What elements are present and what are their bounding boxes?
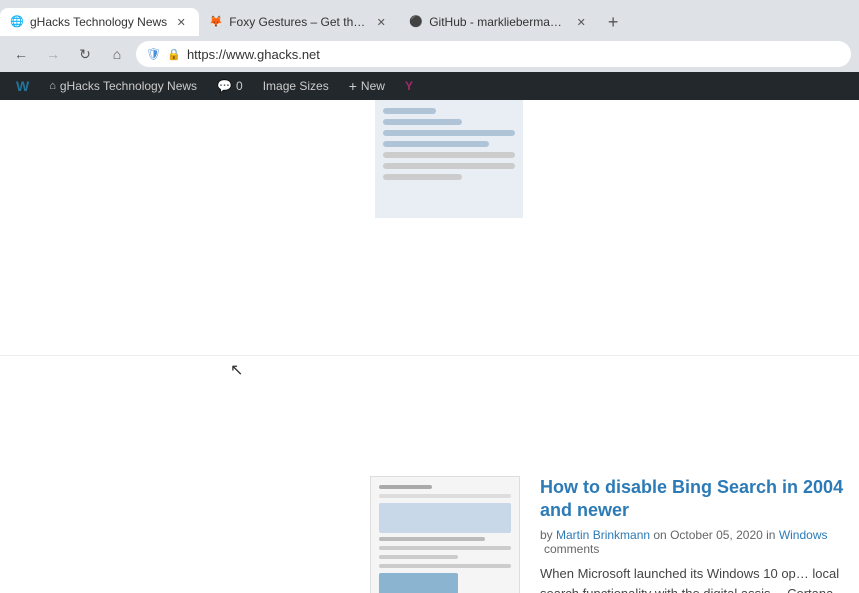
address-text: https://www.ghacks.net <box>187 47 320 62</box>
shield-icon: 🛡 <box>146 47 161 61</box>
wp-logo-item[interactable]: W <box>8 72 37 100</box>
image-sizes-label: Image Sizes <box>263 79 329 93</box>
page-content: removes tracking elements fre… by Ashwin… <box>0 100 859 593</box>
site-name-label: gHacks Technology News <box>60 79 197 93</box>
home-circle-icon: ⌂ <box>49 80 56 92</box>
tab2-close[interactable]: ✕ <box>373 14 389 30</box>
back-button[interactable]: ← <box>8 41 34 67</box>
site-name-item[interactable]: ⌂ gHacks Technology News <box>41 72 205 100</box>
plus-icon: + <box>349 78 357 94</box>
article2-author[interactable]: Martin Brinkmann <box>556 528 650 542</box>
tab3-favicon: ⚫ <box>409 15 423 29</box>
browser-frame: 🌐 gHacks Technology News ✕ 🦊 Foxy Gestur… <box>0 0 859 100</box>
nav-bar: ← → ↻ ⌂ 🛡 🔒 https://www.ghacks.net <box>0 36 859 72</box>
forward-button[interactable]: → <box>40 41 66 67</box>
article2-excerpt: When Microsoft launched its Windows 10 o… <box>540 564 849 593</box>
article2-thumbnail <box>370 476 520 593</box>
comments-count: 0 <box>236 79 243 93</box>
tab-bar: 🌐 gHacks Technology News ✕ 🦊 Foxy Gestur… <box>0 0 859 36</box>
tab2-favicon: 🦊 <box>209 15 223 29</box>
tab3-title: GitHub - marklieberman/foxyg… <box>429 15 567 29</box>
home-button[interactable]: ⌂ <box>104 41 130 67</box>
tab-ghacks[interactable]: 🌐 gHacks Technology News ✕ <box>0 8 199 36</box>
address-bar[interactable]: 🛡 🔒 https://www.ghacks.net <box>136 41 851 67</box>
article2-meta: by Martin Brinkmann on October 05, 2020 … <box>540 528 849 556</box>
article2-comments[interactable]: comments <box>544 542 599 556</box>
article2-content: How to disable Bing Search in 2004 and n… <box>540 476 849 593</box>
article2-categories[interactable]: Windows <box>779 528 828 542</box>
lock-icon: 🔒 <box>167 48 181 61</box>
comment-bubble-icon: 💬 <box>217 79 232 93</box>
article2-date: October 05, 2020 <box>670 528 763 542</box>
yoast-item[interactable]: Y <box>397 72 421 100</box>
wp-toolbar: W ⌂ gHacks Technology News 💬 0 Image Siz… <box>0 72 859 100</box>
reload-button[interactable]: ↻ <box>72 41 98 67</box>
tab1-close[interactable]: ✕ <box>173 14 189 30</box>
article-item-2: How to disable Bing Search in 2004 and n… <box>370 456 859 593</box>
tab-foxy[interactable]: 🦊 Foxy Gestures – Get this Exten… ✕ <box>199 8 399 36</box>
new-tab-button[interactable]: + <box>599 8 627 36</box>
tab-github[interactable]: ⚫ GitHub - marklieberman/foxyg… ✕ <box>399 8 599 36</box>
tab1-favicon: 🌐 <box>10 15 24 29</box>
tab2-title: Foxy Gestures – Get this Exten… <box>229 15 367 29</box>
article1-thumbnail <box>375 100 523 218</box>
image-sizes-item[interactable]: Image Sizes <box>255 72 337 100</box>
tab3-close[interactable]: ✕ <box>573 14 589 30</box>
yoast-icon: Y <box>405 79 413 93</box>
mouse-cursor: ↖ <box>230 360 243 380</box>
tab1-title: gHacks Technology News <box>30 15 167 29</box>
new-label: New <box>361 79 385 93</box>
comments-item[interactable]: 💬 0 <box>209 72 251 100</box>
wp-logo-icon: W <box>16 78 29 94</box>
new-content-item[interactable]: + New <box>341 72 393 100</box>
article2-title[interactable]: How to disable Bing Search in 2004 and n… <box>540 476 849 523</box>
article-item-1: removes tracking elements fre… by Ashwin… <box>0 100 859 356</box>
